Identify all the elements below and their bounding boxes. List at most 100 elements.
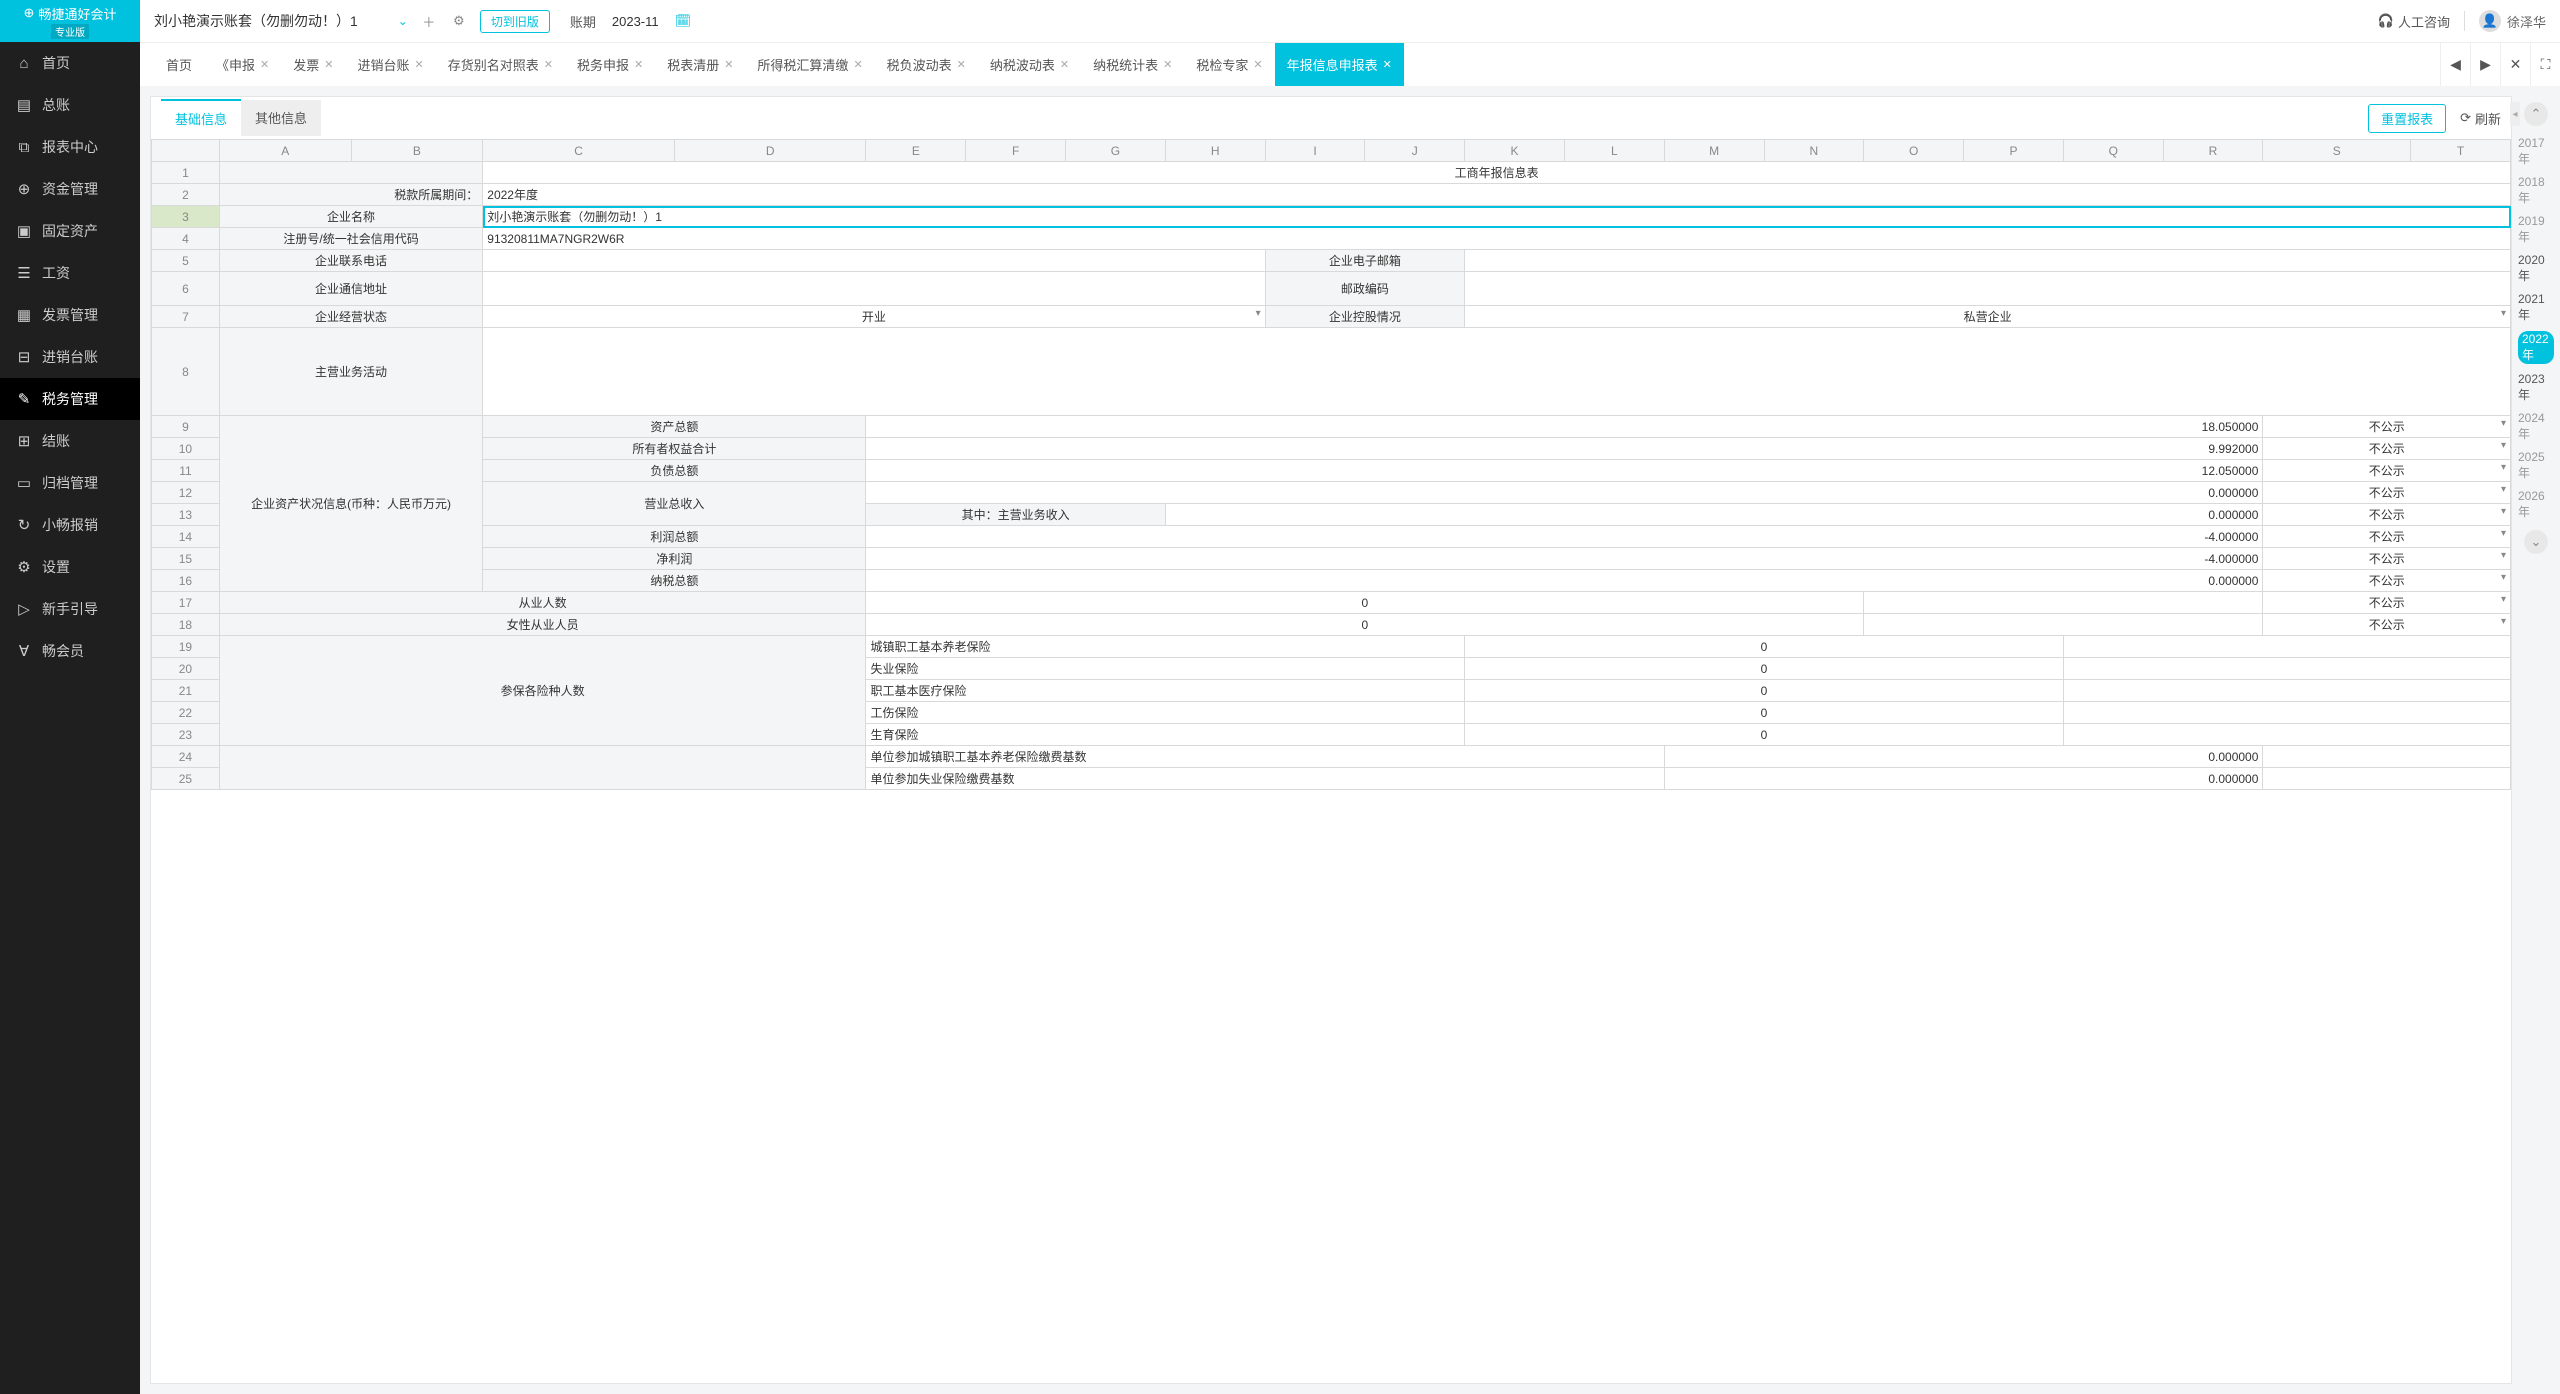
- close-icon[interactable]: ✕: [1383, 58, 1392, 71]
- account-name[interactable]: 刘小艳演示账套（勿删勿动！）1: [154, 11, 358, 31]
- close-icon[interactable]: ✕: [260, 58, 269, 71]
- sidebar-item-1[interactable]: ▤总账: [0, 84, 140, 126]
- row-header[interactable]: 9: [152, 416, 220, 438]
- sidebar-item-7[interactable]: ⊟进销台账: [0, 336, 140, 378]
- tab-11[interactable]: 税检专家✕: [1184, 43, 1274, 87]
- tab-other-info[interactable]: 其他信息: [241, 100, 321, 136]
- col-header[interactable]: C: [483, 140, 675, 162]
- col-header[interactable]: F: [966, 140, 1066, 162]
- cell[interactable]: 不公示: [2263, 504, 2511, 526]
- cell[interactable]: [483, 272, 1265, 306]
- col-header[interactable]: M: [1664, 140, 1764, 162]
- year-option[interactable]: 2019年: [2518, 214, 2554, 245]
- period-value[interactable]: 2023-11: [612, 14, 659, 29]
- tab-2[interactable]: 发票✕: [281, 43, 345, 87]
- row-header[interactable]: 16: [152, 570, 220, 592]
- cell[interactable]: 不公示: [2263, 592, 2511, 614]
- publish-select[interactable]: 不公示: [2263, 416, 2511, 438]
- cell[interactable]: 不公示: [2263, 482, 2511, 504]
- close-icon[interactable]: ✕: [1253, 58, 1262, 71]
- col-header[interactable]: A: [219, 140, 351, 162]
- year-option[interactable]: 2022年: [2518, 331, 2554, 364]
- add-icon[interactable]: ＋: [420, 12, 438, 30]
- cell[interactable]: [2263, 768, 2511, 790]
- sidebar-item-9[interactable]: ⊞结账: [0, 420, 140, 462]
- cell[interactable]: [2263, 746, 2511, 768]
- cell[interactable]: 0: [1465, 636, 2064, 658]
- row-header[interactable]: 6: [152, 272, 220, 306]
- refresh-button[interactable]: ⟳刷新: [2460, 109, 2501, 128]
- row-header[interactable]: 2: [152, 184, 220, 206]
- row-header[interactable]: 1: [152, 162, 220, 184]
- user-menu[interactable]: 👤 徐泽华: [2479, 10, 2546, 32]
- cell[interactable]: [1465, 272, 2511, 306]
- cell[interactable]: [483, 328, 2511, 416]
- tab-6[interactable]: 税表清册✕: [655, 43, 745, 87]
- sidebar-item-0[interactable]: ⌂首页: [0, 42, 140, 84]
- sidebar-item-5[interactable]: ☰工资: [0, 252, 140, 294]
- sidebar-item-3[interactable]: ⊕资金管理: [0, 168, 140, 210]
- close-icon[interactable]: ✕: [415, 58, 424, 71]
- holding-select[interactable]: 私营企业: [1465, 306, 2511, 328]
- col-header[interactable]: E: [866, 140, 966, 162]
- period-value[interactable]: 2022年度: [483, 184, 2511, 206]
- row-header[interactable]: 14: [152, 526, 220, 548]
- tab-8[interactable]: 税负波动表✕: [875, 43, 978, 87]
- status-select[interactable]: 开业: [483, 306, 1265, 328]
- col-header[interactable]: H: [1165, 140, 1265, 162]
- cell[interactable]: -4.000000: [866, 548, 2263, 570]
- tab-12[interactable]: 年报信息申报表✕: [1275, 43, 1404, 87]
- col-header[interactable]: O: [1864, 140, 1964, 162]
- close-icon[interactable]: ✕: [724, 58, 733, 71]
- cell[interactable]: 18.050000: [866, 416, 2263, 438]
- tab-0[interactable]: 首页: [154, 43, 204, 87]
- col-header[interactable]: T: [2411, 140, 2511, 162]
- sidebar-item-13[interactable]: ▷新手引导: [0, 588, 140, 630]
- spreadsheet[interactable]: ABCDEFGHIJKLMNOPQRST 1工商年报信息表2税款所属期间：202…: [151, 139, 2511, 1365]
- col-header[interactable]: R: [2163, 140, 2263, 162]
- col-header[interactable]: N: [1764, 140, 1864, 162]
- year-option[interactable]: 2020年: [2518, 253, 2554, 284]
- cell[interactable]: [1864, 614, 2263, 636]
- sidebar-item-12[interactable]: ⚙设置: [0, 546, 140, 588]
- sidebar-item-10[interactable]: ▭归档管理: [0, 462, 140, 504]
- cell[interactable]: 0: [866, 614, 1864, 636]
- sidebar-item-4[interactable]: ▣固定资产: [0, 210, 140, 252]
- row-header[interactable]: 8: [152, 328, 220, 416]
- cell[interactable]: 0.000000: [866, 570, 2263, 592]
- close-icon[interactable]: ✕: [634, 58, 643, 71]
- cell[interactable]: 0: [1465, 658, 2064, 680]
- close-icon[interactable]: ✕: [853, 58, 862, 71]
- cell[interactable]: 0: [1465, 680, 2064, 702]
- close-icon[interactable]: ✕: [1163, 58, 1172, 71]
- tab-10[interactable]: 纳税统计表✕: [1081, 43, 1184, 87]
- cell[interactable]: 0.000000: [1664, 746, 2263, 768]
- col-header[interactable]: S: [2263, 140, 2411, 162]
- sidebar-item-6[interactable]: ▦发票管理: [0, 294, 140, 336]
- tabs-fullscreen-icon[interactable]: ⛶: [2530, 43, 2560, 87]
- year-option[interactable]: 2025年: [2518, 450, 2554, 481]
- cell[interactable]: 9.992000: [866, 438, 2263, 460]
- tab-basic-info[interactable]: 基础信息: [161, 99, 241, 136]
- row-header[interactable]: 4: [152, 228, 220, 250]
- row-header[interactable]: 21: [152, 680, 220, 702]
- col-header[interactable]: I: [1265, 140, 1365, 162]
- tab-4[interactable]: 存货别名对照表✕: [436, 43, 565, 87]
- close-icon[interactable]: ✕: [957, 58, 966, 71]
- company-value[interactable]: 刘小艳演示账套（勿删勿动！）1: [483, 206, 2511, 228]
- col-header[interactable]: K: [1465, 140, 1565, 162]
- col-header[interactable]: Q: [2063, 140, 2163, 162]
- row-header[interactable]: 22: [152, 702, 220, 724]
- col-header[interactable]: J: [1365, 140, 1465, 162]
- year-option[interactable]: 2021年: [2518, 292, 2554, 323]
- reset-report-button[interactable]: 重置报表: [2368, 104, 2446, 133]
- switch-old-button[interactable]: 切到旧版: [480, 10, 550, 33]
- calendar-icon[interactable]: 🗓: [675, 13, 692, 29]
- close-icon[interactable]: ✕: [1060, 58, 1069, 71]
- year-option[interactable]: 2026年: [2518, 489, 2554, 520]
- cell[interactable]: 不公示: [2263, 614, 2511, 636]
- tab-9[interactable]: 纳税波动表✕: [978, 43, 1081, 87]
- row-header[interactable]: 11: [152, 460, 220, 482]
- cell[interactable]: [219, 162, 482, 184]
- tab-3[interactable]: 进销台账✕: [345, 43, 435, 87]
